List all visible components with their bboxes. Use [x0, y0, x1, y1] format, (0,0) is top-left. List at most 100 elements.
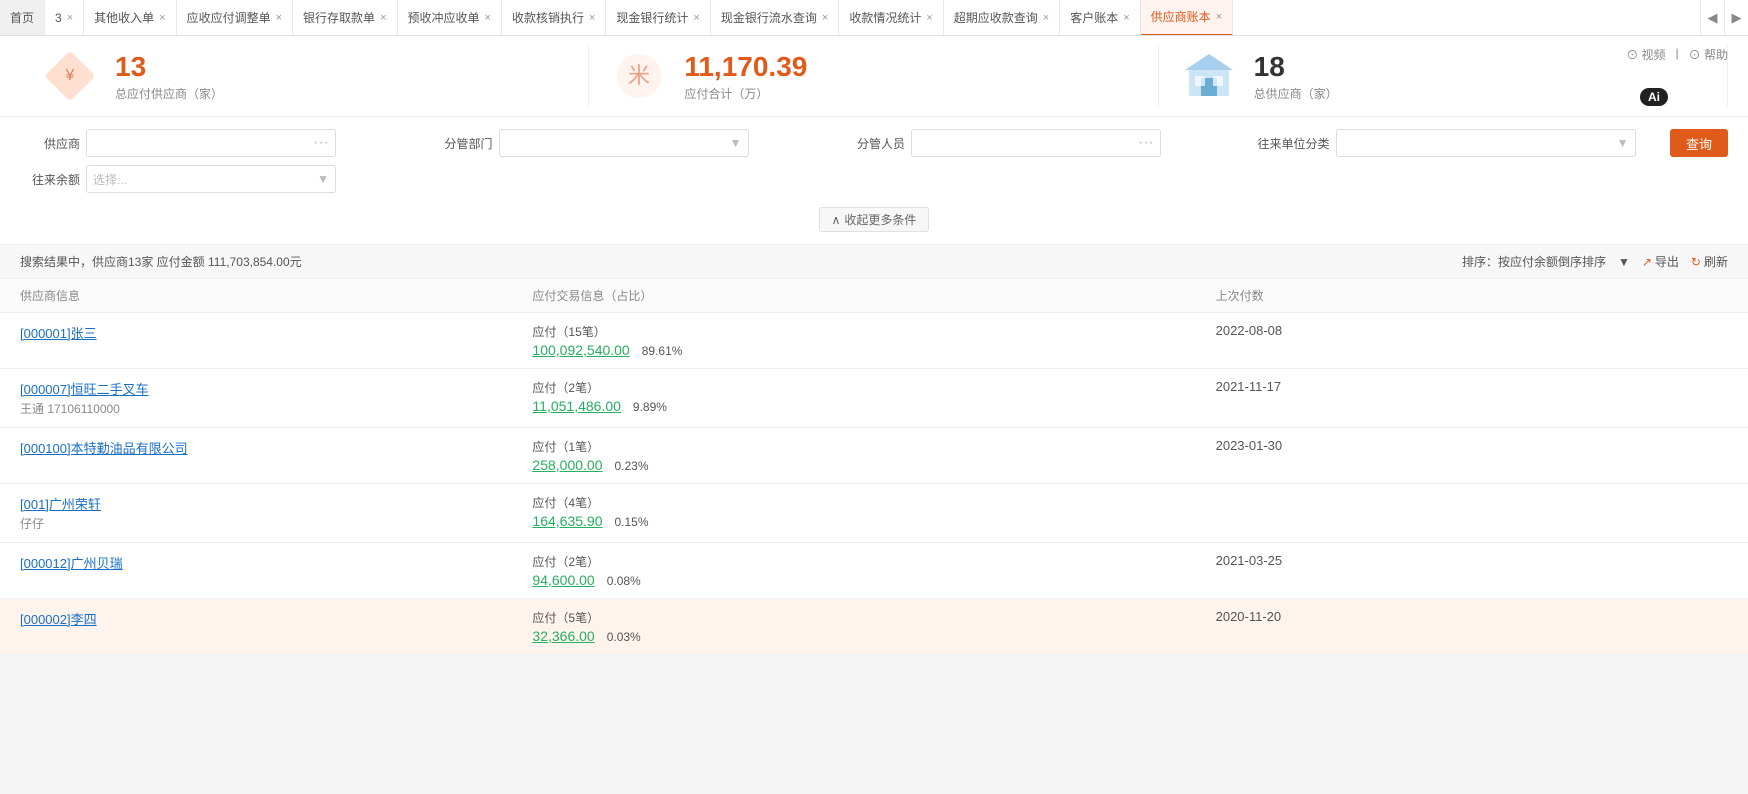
category-select[interactable]: ▼ [1336, 129, 1636, 157]
close-tab-icon-receipt-stat[interactable]: × [926, 12, 932, 24]
supplier-link[interactable]: [000002]李四 [20, 612, 97, 627]
person-filter-group: 分管人员 ··· [845, 129, 1248, 157]
sort-label[interactable]: 排序：按应付余额倒序排序 [1462, 253, 1606, 270]
filter-row-2: 往来余额 选择... ▼ [20, 165, 1728, 193]
nav-tab-receipt-verify[interactable]: 收款核销执行× [502, 0, 606, 36]
close-tab-icon-cash-bank-stat[interactable]: × [693, 12, 699, 24]
nav-tab-cash-bank-stat[interactable]: 现金银行统计× [606, 0, 710, 36]
last-pay-date: 2021-11-17 [1216, 375, 1282, 394]
supplier-info-cell: [000002]李四 [20, 609, 532, 628]
stat-num-payable-amount: 11,170.39 [684, 51, 807, 83]
trade-row: 32,366.00 0.03% [532, 628, 1215, 644]
dept-filter-group: 分管部门 ▼ [433, 129, 836, 157]
nav-tab-bank-deposit[interactable]: 银行存取款单× [293, 0, 397, 36]
close-tab-icon-cash-bank-flow[interactable]: × [822, 12, 828, 24]
lastpay-cell: 2021-03-25 [1216, 553, 1728, 568]
supplier-name: [000002]李四 [20, 609, 532, 628]
lastpay-cell: 2021-11-17 [1216, 379, 1728, 394]
supplier-info-cell: [001]广州荣轩 仔仔 [20, 494, 532, 532]
supplier-link[interactable]: [000007]恒旺二手叉车 [20, 382, 149, 397]
trade-amount[interactable]: 164,635.90 [532, 513, 602, 529]
balance-select[interactable]: 选择... ▼ [86, 165, 336, 193]
svg-text:¥: ¥ [65, 67, 75, 84]
trade-label: 应付（15笔） [532, 323, 1215, 340]
nav-tab-home[interactable]: 首页 [0, 0, 45, 36]
refresh-icon: ↻ [1691, 255, 1701, 269]
trade-label: 应付（1笔） [532, 438, 1215, 455]
close-tab-icon-receipt-verify[interactable]: × [589, 12, 595, 24]
nav-tab-tab3[interactable]: 3× [45, 0, 84, 36]
category-chevron-icon: ▼ [1617, 136, 1629, 150]
stat-total-payable-suppliers: ¥ 13 总应付供应商（家） [20, 46, 589, 106]
trade-pct: 0.03% [607, 630, 641, 644]
header-trade: 应付交易信息（占比） [532, 287, 1215, 304]
header-stats: ¥ 13 总应付供应商（家） 米 11,170.39 应付合计（万） [0, 36, 1748, 117]
trade-amount[interactable]: 32,366.00 [532, 628, 594, 644]
export-btn[interactable]: ↗ 导出 [1642, 253, 1679, 270]
supplier-link[interactable]: [000001]张三 [20, 326, 97, 341]
supplier-input[interactable] [93, 136, 313, 150]
close-tab-icon-tab3[interactable]: × [67, 12, 73, 24]
nav-tab-ar-ap-adjust[interactable]: 应收应付调整单× [177, 0, 293, 36]
balance-filter-group: 往来余额 选择... ▼ [20, 165, 1728, 193]
supplier-sub: 王通 17106110000 [20, 400, 532, 417]
nav-tab-other-income[interactable]: 其他收入单× [84, 0, 176, 36]
category-filter-group: 往来单位分类 ▼ [1258, 129, 1661, 157]
trade-label: 应付（2笔） [532, 379, 1215, 396]
sep: | [1676, 46, 1679, 63]
nav-left-arrow[interactable]: ◀ [1700, 0, 1724, 36]
trade-amount[interactable]: 11,051,486.00 [532, 398, 621, 414]
table-row: [000007]恒旺二手叉车 王通 17106110000 应付（2笔） 11,… [0, 369, 1748, 428]
nav-tab-receipt-stat[interactable]: 收款情况统计× [839, 0, 943, 36]
nav-tab-overdue-ar[interactable]: 超期应收款查询× [944, 0, 1060, 36]
trade-info-cell: 应付（1笔） 258,000.00 0.23% [532, 438, 1215, 473]
supplier-info-cell: [000001]张三 [20, 323, 532, 342]
last-pay-date: 2021-03-25 [1216, 549, 1283, 568]
trade-info-cell: 应付（2笔） 94,600.00 0.08% [532, 553, 1215, 588]
nav-tab-prepay-offset[interactable]: 预收冲应收单× [398, 0, 502, 36]
close-tab-icon-ar-ap-adjust[interactable]: × [276, 12, 282, 24]
export-label: 导出 [1655, 253, 1679, 270]
nav-tab-cash-bank-flow[interactable]: 现金银行流水查询× [711, 0, 839, 36]
trade-label: 应付（4笔） [532, 494, 1215, 511]
close-tab-icon-bank-deposit[interactable]: × [380, 12, 386, 24]
nav-right-arrow[interactable]: ▶ [1724, 0, 1748, 36]
trade-row: 100,092,540.00 89.61% [532, 342, 1215, 358]
table-row: [000100]本特勤油品有限公司 应付（1笔） 258,000.00 0.23… [0, 428, 1748, 484]
video-link[interactable]: ⊙ 视频 [1626, 46, 1665, 63]
supplier-link[interactable]: [000100]本特勤油品有限公司 [20, 441, 188, 456]
trade-amount[interactable]: 94,600.00 [532, 572, 594, 588]
supplier-input-wrap[interactable]: ··· [86, 129, 336, 157]
close-tab-icon-other-income[interactable]: × [159, 12, 165, 24]
close-tab-icon-supplier-ledger[interactable]: × [1216, 11, 1222, 23]
last-pay-date: 2023-01-30 [1216, 434, 1283, 453]
collapse-button[interactable]: ∧ 收起更多条件 [819, 207, 930, 232]
trade-amount[interactable]: 100,092,540.00 [532, 342, 629, 358]
dept-select[interactable]: ▼ [499, 129, 749, 157]
supplier-link[interactable]: [001]广州荣轩 [20, 497, 101, 512]
trade-amount[interactable]: 258,000.00 [532, 457, 602, 473]
nav-tab-customer-ledger[interactable]: 客户账本× [1060, 0, 1140, 36]
close-tab-icon-prepay-offset[interactable]: × [485, 12, 491, 24]
stat-label-payable-suppliers: 总应付供应商（家） [115, 85, 223, 102]
nav-tab-supplier-ledger[interactable]: 供应商账本× [1141, 0, 1233, 36]
trade-row: 164,635.90 0.15% [532, 513, 1215, 529]
category-label: 往来单位分类 [1258, 135, 1330, 152]
ai-badge[interactable]: Ai [1640, 88, 1668, 106]
person-input[interactable] [918, 136, 1138, 150]
supplier-info-cell: [000012]广州贝瑞 [20, 553, 532, 572]
trade-pct: 0.15% [614, 515, 648, 529]
person-input-wrap[interactable]: ··· [911, 129, 1161, 157]
collapse-icon: ∧ [832, 213, 841, 227]
stat-icon-diamond: ¥ [40, 46, 100, 106]
dept-chevron-icon: ▼ [730, 136, 742, 150]
trade-pct: 0.08% [607, 574, 641, 588]
filter-area: 供应商 ··· 分管部门 ▼ 分管人员 ··· 往来单位分类 [0, 117, 1748, 245]
close-tab-icon-customer-ledger[interactable]: × [1123, 12, 1129, 24]
supplier-label: 供应商 [20, 135, 80, 152]
query-button[interactable]: 查询 [1670, 129, 1728, 157]
supplier-link[interactable]: [000012]广州贝瑞 [20, 556, 123, 571]
help-link[interactable]: ⊙ 帮助 [1689, 46, 1728, 63]
close-tab-icon-overdue-ar[interactable]: × [1043, 12, 1049, 24]
refresh-btn[interactable]: ↻ 刷新 [1691, 253, 1728, 270]
